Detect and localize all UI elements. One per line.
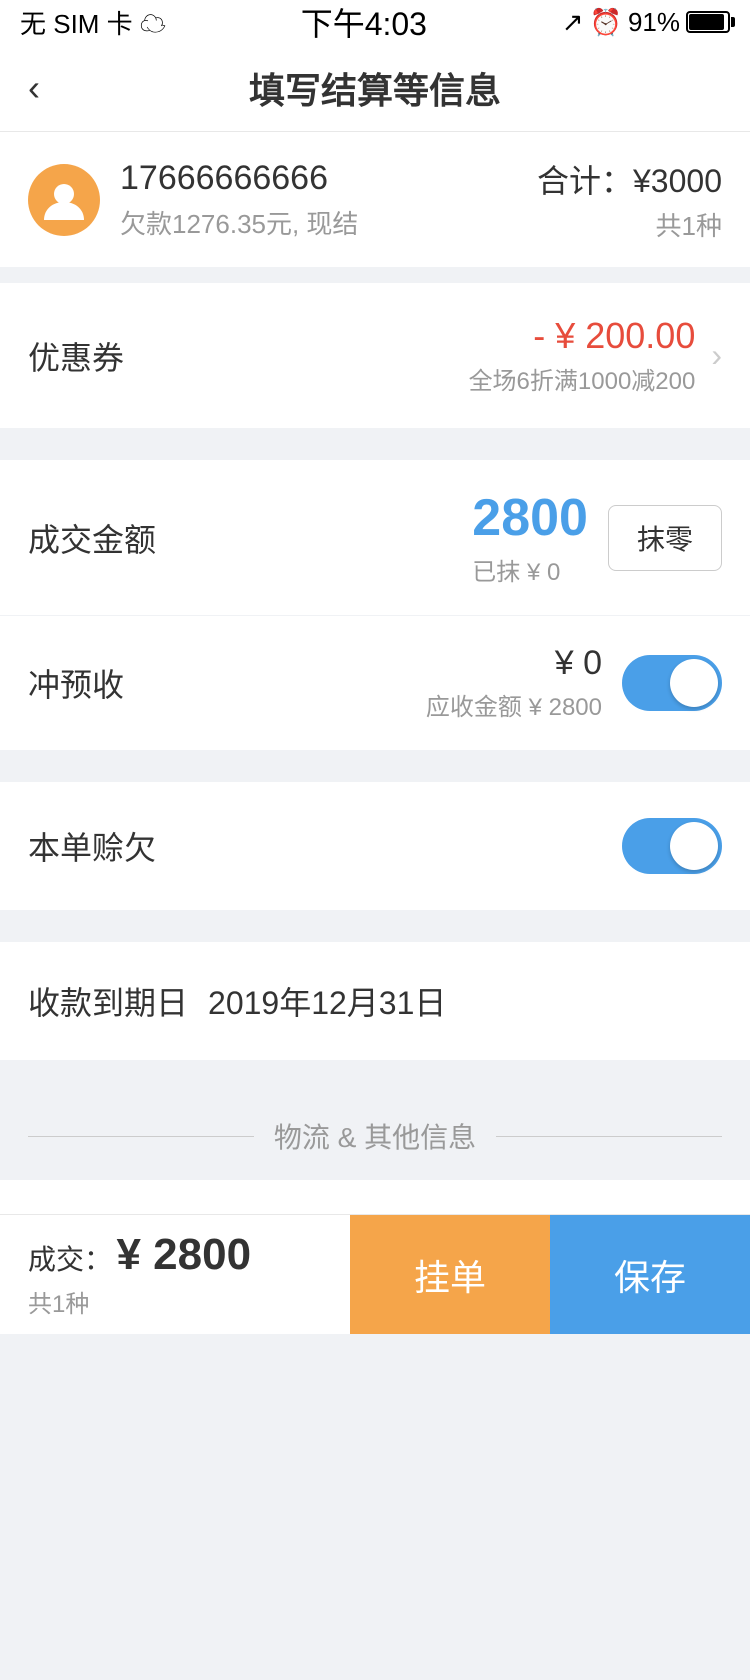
nav-bar: ‹ 填写结算等信息 [0, 44, 750, 132]
due-date-row: 收款到期日 2019年12月31日 [0, 942, 750, 1060]
customer-left: 17666666666 欠款1276.35元, 现结 [28, 159, 358, 241]
page-title: 填写结算等信息 [249, 62, 501, 114]
transaction-section: 成交金额 2800 已抹 ¥ 0 抹零 冲预收 ¥ 0 应收金额 ¥ 2800 [0, 460, 750, 750]
debt-row: 本单赊欠 [0, 782, 750, 910]
amount-sub: 已抹 ¥ 0 [472, 552, 588, 587]
logistics-line-left [28, 1136, 254, 1137]
status-left: 无 SIM 卡 ☁ [20, 4, 166, 41]
coupon-row[interactable]: 优惠券 - ¥ 200.00 全场6折满1000减200 › [0, 283, 750, 428]
alarm-icon: ⏰ [590, 7, 622, 38]
prepay-label: 冲预收 [28, 660, 124, 706]
prepay-receivable: 应收金额 ¥ 2800 [426, 687, 602, 722]
logistics-divider: 物流 & 其他信息 [0, 1092, 750, 1180]
customer-right: 合计：¥3000 共1种 [537, 156, 722, 243]
bottom-trade-amount: ¥ 2800 [116, 1230, 251, 1279]
section-divider-2 [0, 766, 750, 782]
total-count: 共1种 [537, 206, 722, 243]
bottom-actions: 挂单 保存 [350, 1215, 750, 1334]
section-divider-3 [0, 926, 750, 942]
amount-value-block: 2800 已抹 ¥ 0 [472, 488, 588, 587]
debt-section: 本单赊欠 [0, 782, 750, 910]
coupon-value: - ¥ 200.00 [469, 315, 696, 357]
due-date-label: 收款到期日 [28, 978, 188, 1024]
back-button[interactable]: ‹ [28, 67, 40, 109]
bottom-info: 成交： ¥ 2800 共1种 [0, 1230, 350, 1319]
status-bar: 无 SIM 卡 ☁ 下午4:03 ↗ ⏰ 91% [0, 0, 750, 44]
customer-card: 17666666666 欠款1276.35元, 现结 合计：¥3000 共1种 [0, 132, 750, 267]
toggle-knob [670, 659, 718, 707]
avatar [28, 164, 100, 236]
round-off-button[interactable]: 抹零 [608, 505, 722, 571]
customer-phone: 17666666666 [120, 159, 358, 198]
coupon-right: - ¥ 200.00 全场6折满1000减200 › [469, 315, 722, 396]
pending-button[interactable]: 挂单 [350, 1215, 550, 1334]
coupon-chevron-icon: › [711, 337, 722, 374]
prepay-values: ¥ 0 应收金额 ¥ 2800 [426, 644, 602, 722]
bottom-trade-line: 成交： ¥ 2800 [28, 1230, 322, 1280]
customer-info: 17666666666 欠款1276.35元, 现结 [120, 159, 358, 241]
section-divider-4 [0, 1076, 750, 1092]
battery-percent: 91% [628, 7, 680, 38]
sim-status: 无 SIM 卡 ☁ [20, 4, 166, 41]
prepayment-row: 冲预收 ¥ 0 应收金额 ¥ 2800 [0, 616, 750, 750]
amount-value: 2800 [472, 488, 588, 548]
bottom-bar: 成交： ¥ 2800 共1种 挂单 保存 [0, 1214, 750, 1334]
amount-label: 成交金额 [28, 515, 156, 561]
due-date-section: 收款到期日 2019年12月31日 [0, 942, 750, 1060]
coupon-section: 优惠券 - ¥ 200.00 全场6折满1000减200 › [0, 283, 750, 428]
status-time: 下午4:03 [301, 0, 427, 45]
coupon-description: 全场6折满1000减200 [469, 361, 696, 396]
coupon-label: 优惠券 [28, 333, 124, 379]
avatar-icon [40, 176, 88, 224]
total-amount: 合计：¥3000 [537, 156, 722, 202]
bottom-trade-count: 共1种 [28, 1284, 322, 1319]
debt-label: 本单赊欠 [28, 823, 156, 869]
logistics-line-right [496, 1136, 722, 1137]
status-right: ↗ ⏰ 91% [562, 7, 730, 38]
content: 17666666666 欠款1276.35元, 现结 合计：¥3000 共1种 … [0, 132, 750, 1680]
prepay-right: ¥ 0 应收金额 ¥ 2800 [426, 644, 722, 722]
prepay-amount: ¥ 0 [426, 644, 602, 683]
debt-toggle-knob [670, 822, 718, 870]
location-icon: ↗ [562, 7, 584, 38]
amount-right: 2800 已抹 ¥ 0 抹零 [472, 488, 722, 587]
gray-background [0, 1350, 750, 1550]
coupon-value-block: - ¥ 200.00 全场6折满1000减200 [469, 315, 696, 396]
customer-debt: 欠款1276.35元, 现结 [120, 204, 358, 241]
due-date-value: 2019年12月31日 [208, 978, 446, 1024]
battery-icon [686, 11, 730, 33]
save-button[interactable]: 保存 [550, 1215, 750, 1334]
prepayment-toggle[interactable] [622, 655, 722, 711]
amount-row: 成交金额 2800 已抹 ¥ 0 抹零 [0, 460, 750, 616]
section-divider-1 [0, 444, 750, 460]
debt-toggle[interactable] [622, 818, 722, 874]
bottom-trade-label: 成交： [28, 1244, 112, 1275]
logistics-text: 物流 & 其他信息 [274, 1116, 476, 1156]
